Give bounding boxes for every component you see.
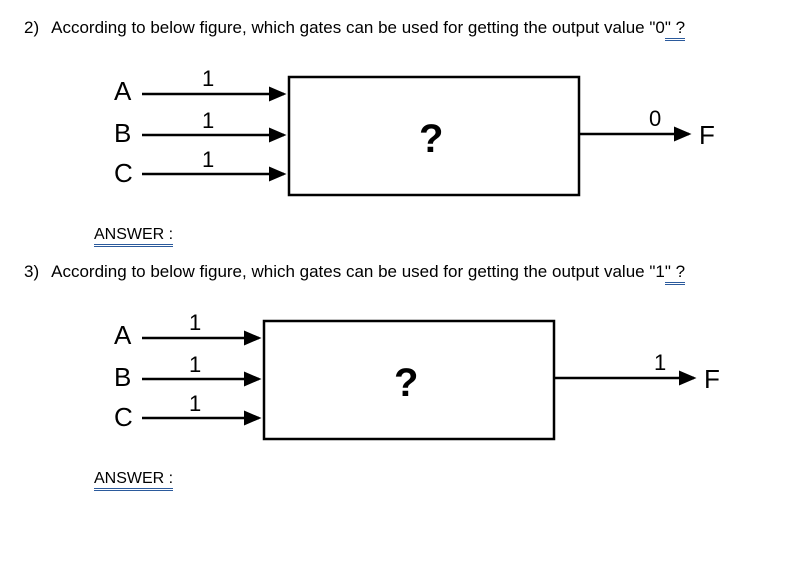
output-label: F <box>699 120 715 150</box>
input-a-value: 1 <box>202 66 214 91</box>
input-a-label: A <box>114 76 132 106</box>
input-b-label: B <box>114 118 131 148</box>
question-2-answer-label: ANSWER : <box>94 226 780 244</box>
input-c-value: 1 <box>189 391 201 416</box>
input-b-value: 1 <box>202 108 214 133</box>
input-a-value: 1 <box>189 310 201 335</box>
question-3-header: 3) According to below figure, which gate… <box>24 262 780 282</box>
input-c-label: C <box>114 158 133 188</box>
question-text: According to below figure, which gates c… <box>51 18 780 38</box>
question-text: According to below figure, which gates c… <box>51 262 780 282</box>
input-c-label: C <box>114 402 133 432</box>
input-c-value: 1 <box>202 147 214 172</box>
output-value: 1 <box>654 350 666 375</box>
question-2-diagram: A B C 1 1 1 ? 0 F <box>94 52 780 222</box>
question-3-diagram: A B C 1 1 1 ? 1 F <box>94 296 780 466</box>
gate-question-mark: ? <box>419 117 443 161</box>
output-value: 0 <box>649 106 661 131</box>
input-b-label: B <box>114 362 131 392</box>
question-2: 2) According to below figure, which gate… <box>24 18 780 244</box>
input-b-value: 1 <box>189 352 201 377</box>
question-3: 3) According to below figure, which gate… <box>24 262 780 488</box>
gate-question-mark: ? <box>394 361 418 405</box>
question-3-answer-label: ANSWER : <box>94 470 780 488</box>
output-label: F <box>704 364 720 394</box>
question-number: 2) <box>24 18 39 38</box>
input-a-label: A <box>114 320 132 350</box>
question-2-header: 2) According to below figure, which gate… <box>24 18 780 38</box>
question-number: 3) <box>24 262 39 282</box>
